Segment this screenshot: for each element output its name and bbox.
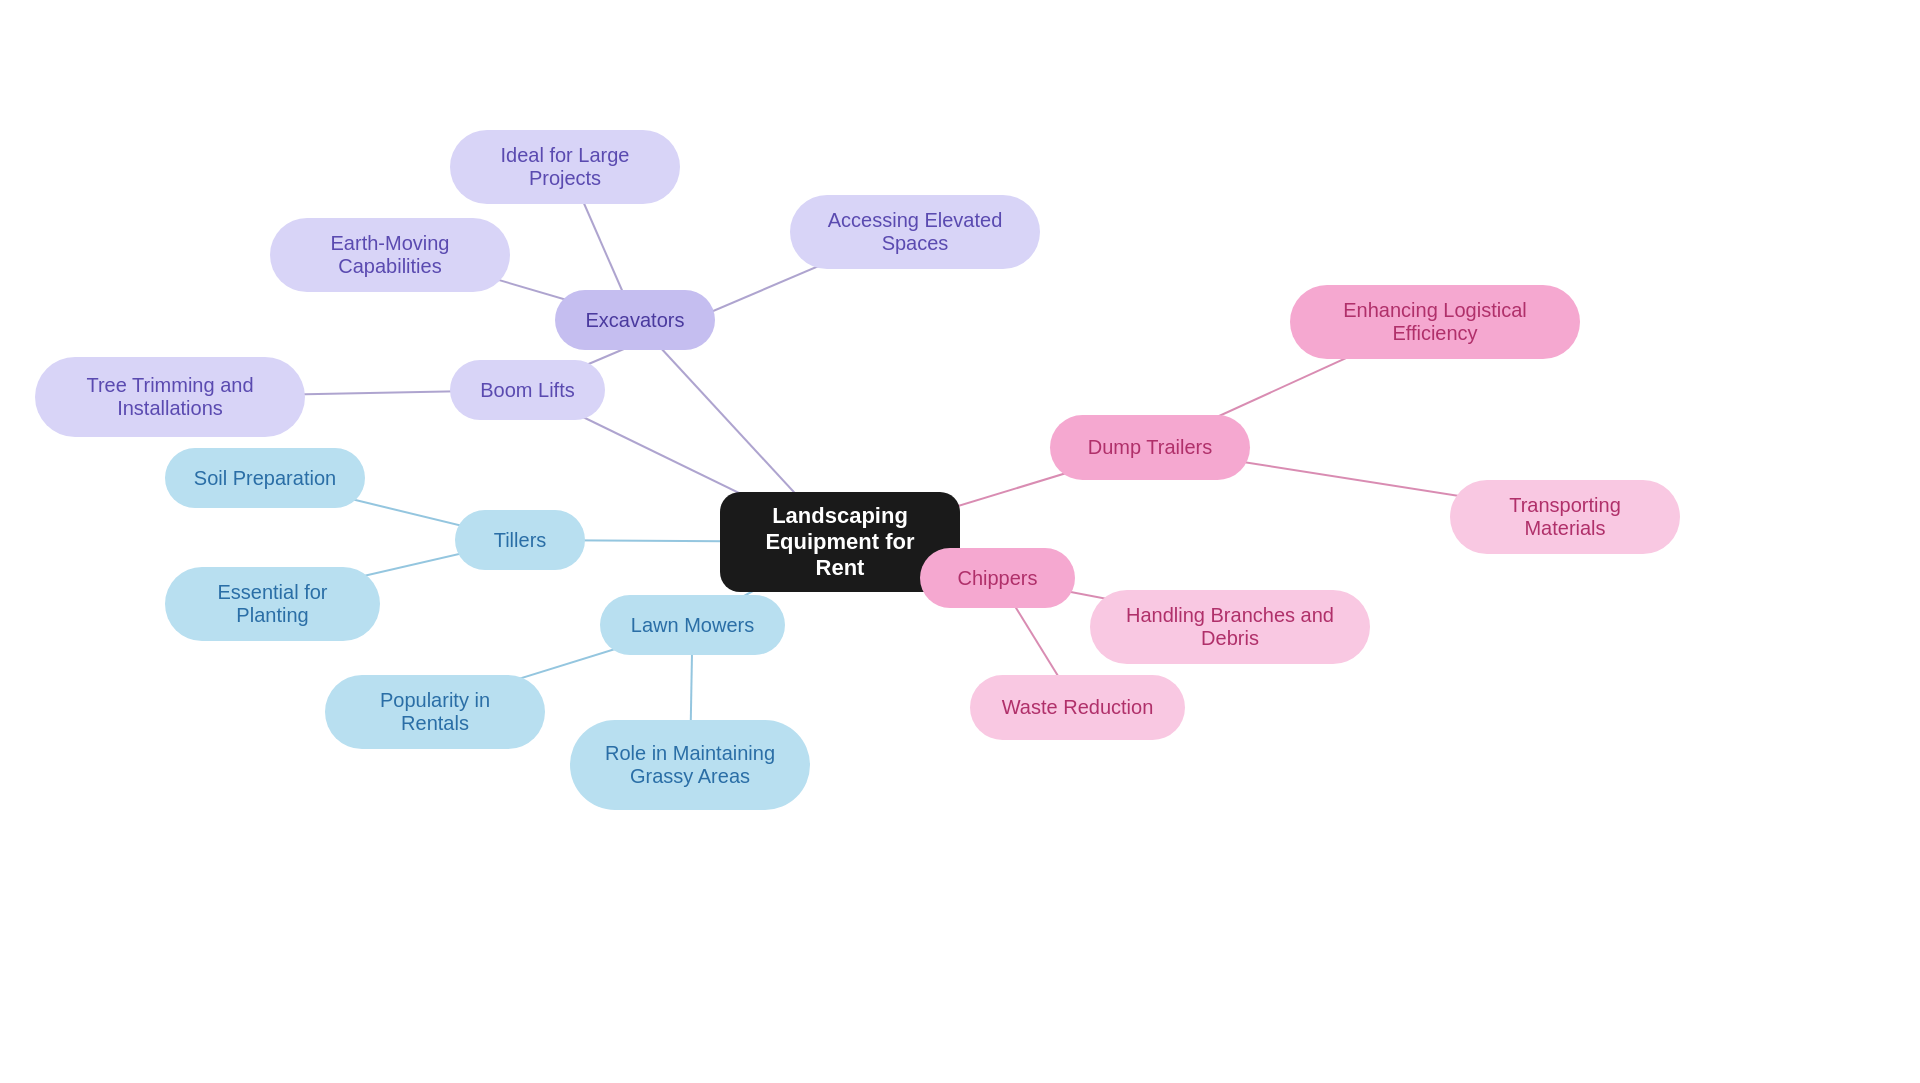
node-label-idealLargeProjects: Ideal for Large Projects [474,144,656,190]
node-boomLifts: Boom Lifts [450,360,605,420]
node-label-boomLifts: Boom Lifts [480,379,574,402]
node-label-wasteReduction: Waste Reduction [1002,696,1154,719]
node-label-accessingElevated: Accessing Elevated Spaces [814,209,1016,255]
node-earthMoving: Earth-Moving Capabilities [270,218,510,292]
node-chippers: Chippers [920,548,1075,608]
node-label-excavators: Excavators [586,309,685,332]
node-label-handlingBranches: Handling Branches and Debris [1114,604,1346,650]
node-label-soilPreparation: Soil Preparation [194,467,336,490]
node-label-popularityRentals: Popularity in Rentals [349,689,521,735]
node-treeTrimming: Tree Trimming and Installations [35,357,305,437]
node-idealLargeProjects: Ideal for Large Projects [450,130,680,204]
node-label-lawnMowers: Lawn Mowers [631,614,754,637]
node-wasteReduction: Waste Reduction [970,675,1185,740]
node-popularityRentals: Popularity in Rentals [325,675,545,749]
node-label-earthMoving: Earth-Moving Capabilities [294,232,486,278]
node-soilPreparation: Soil Preparation [165,448,365,508]
node-label-dumpTrailers: Dump Trailers [1088,436,1212,459]
node-label-roleGrassy: Role in Maintaining Grassy Areas [594,742,786,788]
node-essentialPlanting: Essential for Planting [165,567,380,641]
node-enhancingLogistical: Enhancing Logistical Efficiency [1290,285,1580,359]
node-label-chippers: Chippers [957,567,1037,590]
node-label-treeTrimming: Tree Trimming and Installations [59,374,281,420]
node-lawnMowers: Lawn Mowers [600,595,785,655]
node-label-tillers: Tillers [494,529,547,552]
node-handlingBranches: Handling Branches and Debris [1090,590,1370,664]
node-label-essentialPlanting: Essential for Planting [189,581,356,627]
node-tillers: Tillers [455,510,585,570]
node-dumpTrailers: Dump Trailers [1050,415,1250,480]
node-label-enhancingLogistical: Enhancing Logistical Efficiency [1314,299,1556,345]
node-label-center: Landscaping Equipment for Rent [744,503,936,581]
node-excavators: Excavators [555,290,715,350]
node-label-transportingMaterials: Transporting Materials [1474,494,1656,540]
node-roleGrassy: Role in Maintaining Grassy Areas [570,720,810,810]
node-transportingMaterials: Transporting Materials [1450,480,1680,554]
node-accessingElevated: Accessing Elevated Spaces [790,195,1040,269]
